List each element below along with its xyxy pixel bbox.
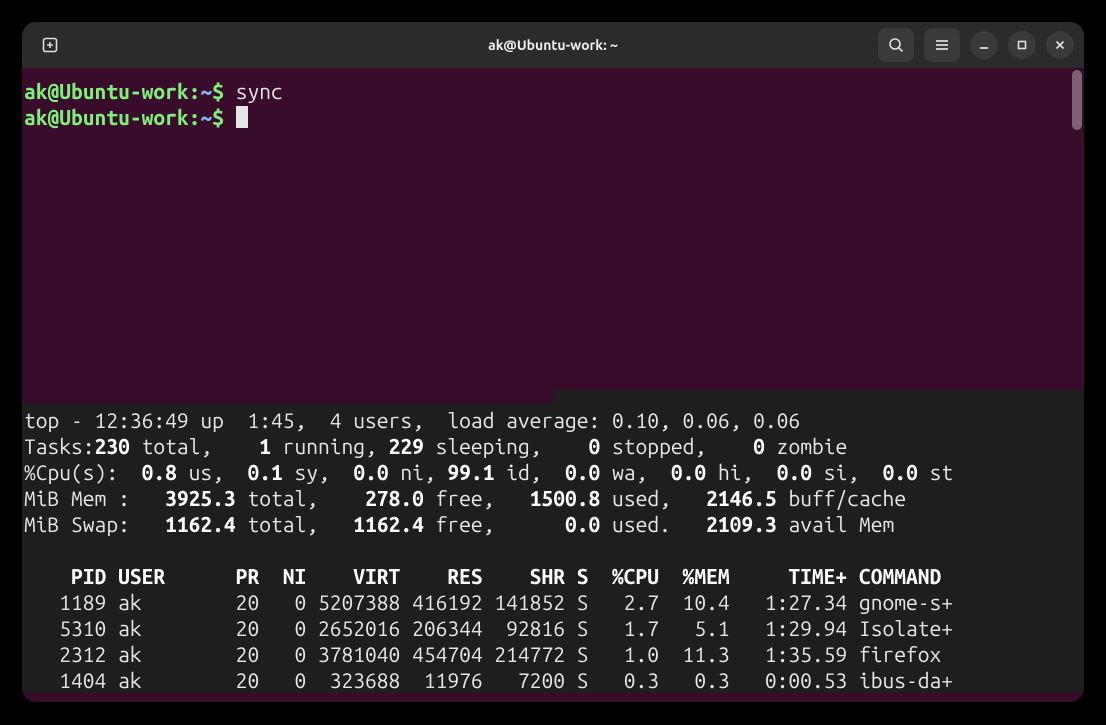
cursor [236,106,248,128]
maximize-button[interactable] [1008,31,1036,59]
new-tab-button[interactable] [32,27,68,63]
search-icon [888,37,904,53]
lower-pane[interactable]: top - 12:36:49 up 1:45, 4 users, load av… [22,403,1084,693]
minimize-button[interactable] [970,31,998,59]
close-button[interactable] [1046,31,1074,59]
terminal-body[interactable]: ak@Ubuntu-work:~$ sync ak@Ubuntu-work:~$… [22,68,1084,702]
process-row: 5310 ak 20 0 2652016 206344 92816 S 1.7 … [24,616,965,640]
command-line-1: sync [236,79,283,103]
menu-button[interactable] [924,28,960,62]
minimize-icon [978,39,990,51]
prompt-userhost: ak@Ubuntu-work [24,79,189,103]
new-tab-icon [41,36,59,54]
maximize-icon [1016,39,1028,51]
split-divider[interactable] [22,390,1084,403]
search-button[interactable] [878,28,914,62]
terminal-window: ak@Ubuntu-work: ~ [22,22,1084,702]
hamburger-icon [934,37,950,53]
process-row: 1404 ak 20 0 323688 11976 7200 S 0.3 0.3… [24,668,965,692]
process-row: 2312 ak 20 0 3781040 454704 214772 S 1.0… [24,642,965,666]
close-icon [1054,39,1066,51]
titlebar: ak@Ubuntu-work: ~ [22,22,1084,68]
prompt-path: ~ [200,79,212,103]
upper-pane[interactable]: ak@Ubuntu-work:~$ sync ak@Ubuntu-work:~$ [22,68,1084,390]
scrollbar-thumb[interactable] [1072,70,1082,130]
window-title: ak@Ubuntu-work: ~ [488,37,618,53]
process-row: 1189 ak 20 0 5207388 416192 141852 S 2.7… [24,590,965,614]
top-header-row: PID USER PR NI VIRT RES SHR S %CPU %MEM … [24,563,1084,589]
top-summary-line: top - 12:36:49 up 1:45, 4 users, load av… [24,408,800,432]
